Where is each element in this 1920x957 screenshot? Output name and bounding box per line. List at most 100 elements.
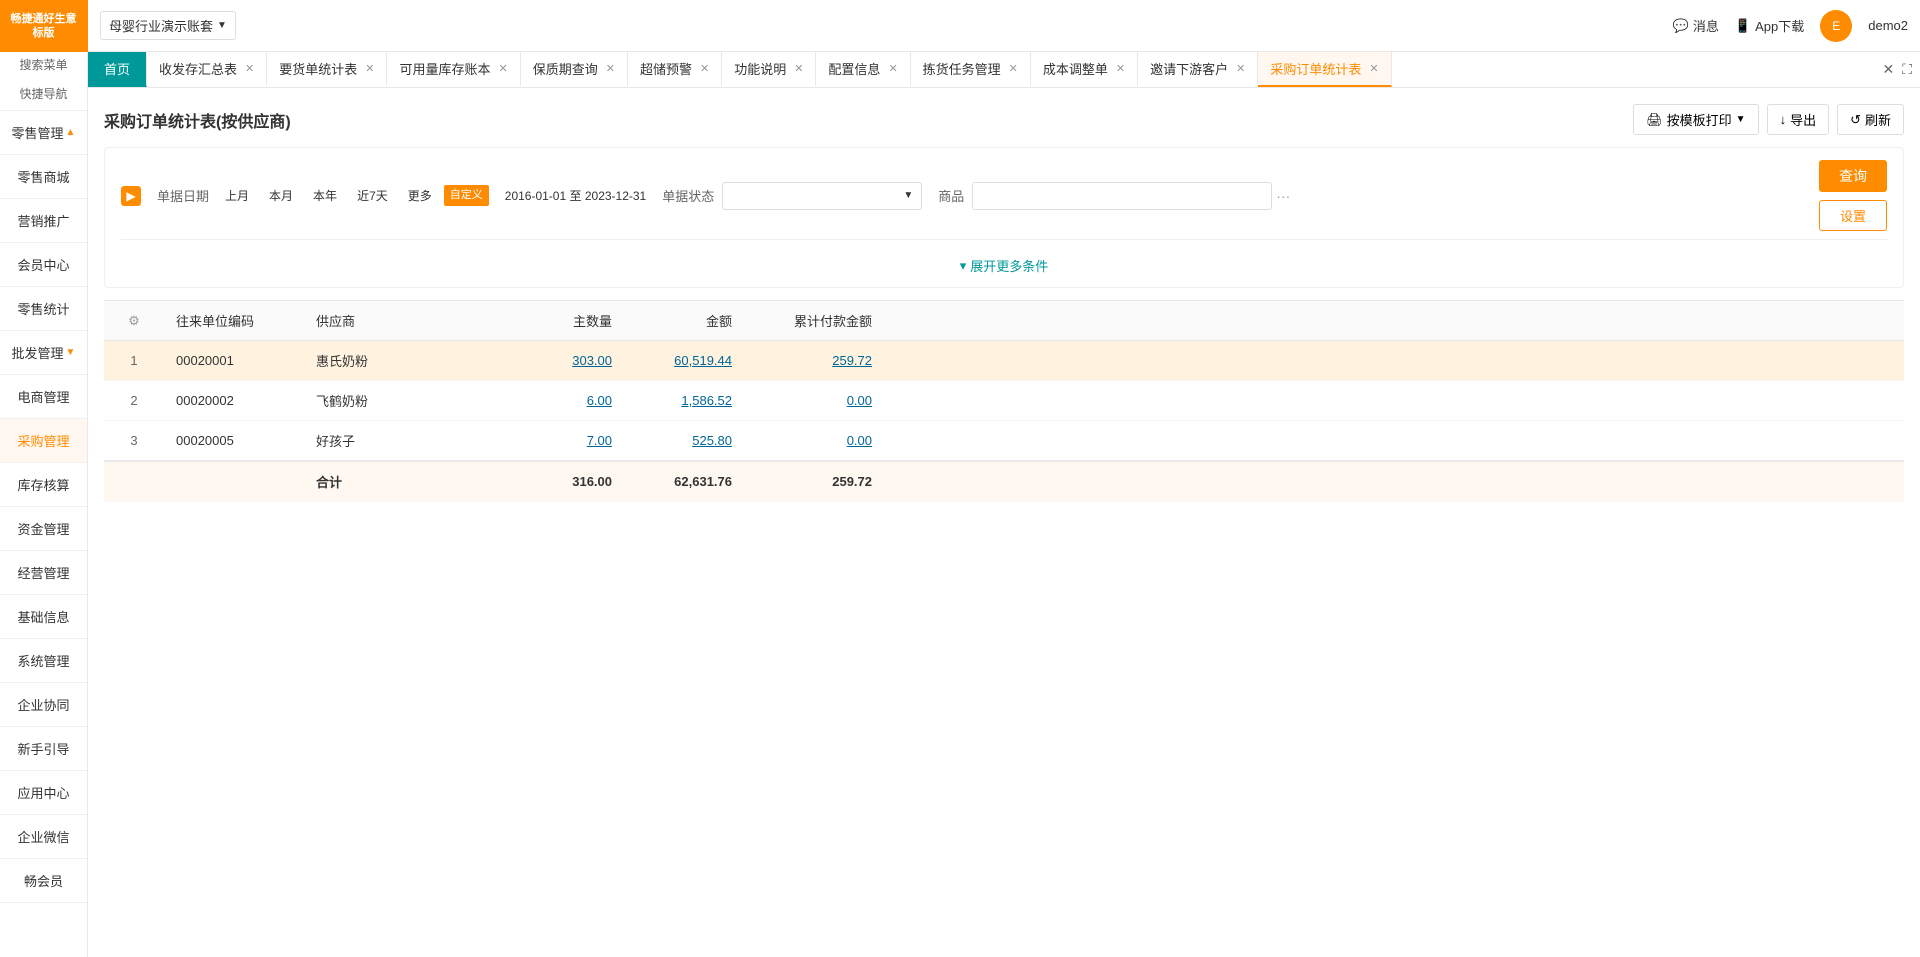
shortcut-this-year[interactable]: 本年 bbox=[305, 185, 345, 206]
tab-goods-stats-close-icon[interactable]: ✕ bbox=[365, 62, 374, 75]
tab-pick-task[interactable]: 拣货任务管理 ✕ bbox=[911, 52, 1031, 87]
row3-code: 00020005 bbox=[164, 421, 304, 462]
date-from[interactable]: 2016-01-01 bbox=[505, 189, 566, 203]
row3-amount[interactable]: 525.80 bbox=[624, 421, 744, 462]
tab-shelf-life[interactable]: 保质期查询 ✕ bbox=[521, 52, 628, 87]
tab-invite-downstream-close-icon[interactable]: ✕ bbox=[1236, 62, 1245, 75]
status-select[interactable]: ▼ bbox=[722, 182, 922, 210]
query-button[interactable]: 查询 bbox=[1819, 160, 1887, 192]
col-header-code: 往来单位编码 bbox=[164, 301, 304, 341]
date-filter-label: 单据日期 bbox=[157, 186, 209, 205]
tab-cost-adjust[interactable]: 成本调整单 ✕ bbox=[1031, 52, 1138, 87]
tab-receive-summary[interactable]: 收发存汇总表 ✕ bbox=[147, 52, 267, 87]
username-label[interactable]: demo2 bbox=[1868, 18, 1908, 33]
print-icon: 🖨 bbox=[1646, 112, 1663, 128]
sidebar-item-app-center[interactable]: 应用中心 bbox=[0, 771, 87, 815]
app-download-button[interactable]: 📱 App下载 bbox=[1735, 16, 1804, 35]
tab-invite-downstream[interactable]: 邀请下游客户 ✕ bbox=[1138, 52, 1258, 87]
tab-available-stock[interactable]: 可用量库存账本 ✕ bbox=[387, 52, 520, 87]
footer-amount: 62,631.76 bbox=[624, 461, 744, 502]
expand-more-button[interactable]: ▾ 展开更多条件 bbox=[121, 256, 1887, 275]
shortcut-7days[interactable]: 近7天 bbox=[349, 185, 396, 206]
refresh-label: 刷新 bbox=[1865, 110, 1891, 129]
sidebar-item-stock[interactable]: 库存核算 bbox=[0, 463, 87, 507]
sidebar-item-new-guide[interactable]: 新手引导 bbox=[0, 727, 87, 771]
tab-cost-adjust-label: 成本调整单 bbox=[1043, 59, 1108, 78]
sidebar-logo: 畅捷通好生意 标版 bbox=[0, 0, 88, 52]
tab-pick-task-close-icon[interactable]: ✕ bbox=[1009, 62, 1018, 75]
print-label: 按模板打印 bbox=[1667, 110, 1732, 129]
tab-func-desc[interactable]: 功能说明 ✕ bbox=[722, 52, 816, 87]
sidebar-quick-nav[interactable]: 快捷导航 bbox=[0, 77, 87, 111]
filter-status-item: 单据状态 ▼ bbox=[662, 182, 922, 210]
tab-config-info-close-icon[interactable]: ✕ bbox=[888, 62, 897, 75]
status-filter-label: 单据状态 bbox=[662, 186, 714, 205]
tab-available-stock-close-icon[interactable]: ✕ bbox=[499, 62, 508, 75]
refresh-icon: ↺ bbox=[1850, 112, 1861, 128]
refresh-button[interactable]: ↺ 刷新 bbox=[1837, 104, 1904, 135]
sidebar-item-ops[interactable]: 经营管理 bbox=[0, 551, 87, 595]
shortcut-more[interactable]: 更多 bbox=[400, 185, 440, 206]
sidebar-item-vip[interactable]: 畅会员 bbox=[0, 859, 87, 903]
tab-home[interactable]: 首页 bbox=[88, 52, 147, 87]
row2-paid[interactable]: 0.00 bbox=[744, 381, 884, 421]
table-settings-icon[interactable]: ⚙ bbox=[128, 313, 140, 328]
sidebar-item-marketing[interactable]: 营销推广 bbox=[0, 199, 87, 243]
date-to[interactable]: 2023-12-31 bbox=[585, 189, 646, 203]
sidebar-item-enterprise-wechat[interactable]: 企业微信 bbox=[0, 815, 87, 859]
tab-func-desc-close-icon[interactable]: ✕ bbox=[794, 62, 803, 75]
row1-amount[interactable]: 60,519.44 bbox=[624, 341, 744, 381]
sidebar-item-member[interactable]: 会员中心 bbox=[0, 243, 87, 287]
row1-qty[interactable]: 303.00 bbox=[504, 341, 624, 381]
setting-button[interactable]: 设置 bbox=[1819, 200, 1887, 231]
tab-purchase-stats-label: 采购订单统计表 bbox=[1270, 59, 1361, 78]
sidebar-item-retail-store[interactable]: 零售商城 bbox=[0, 155, 87, 199]
message-button[interactable]: 💬 消息 bbox=[1673, 16, 1719, 35]
sidebar-item-purchase[interactable]: 采购管理 bbox=[0, 419, 87, 463]
avatar[interactable]: E bbox=[1820, 10, 1852, 42]
sidebar-item-retail-stats[interactable]: 零售统计 bbox=[0, 287, 87, 331]
goods-input[interactable] bbox=[972, 182, 1272, 210]
row1-paid[interactable]: 259.72 bbox=[744, 341, 884, 381]
row3-qty[interactable]: 7.00 bbox=[504, 421, 624, 462]
export-button[interactable]: ↓ 导出 bbox=[1767, 104, 1830, 135]
topbar: 母婴行业演示账套 ▼ 💬 消息 📱 App下载 E demo2 bbox=[88, 0, 1920, 52]
tab-overstock-alert-close-icon[interactable]: ✕ bbox=[700, 62, 709, 75]
sidebar-item-finance[interactable]: 资金管理 bbox=[0, 507, 87, 551]
goods-more-icon[interactable]: ··· bbox=[1276, 188, 1290, 204]
tab-cost-adjust-close-icon[interactable]: ✕ bbox=[1116, 62, 1125, 75]
print-button[interactable]: 🖨 按模板打印 ▼ bbox=[1633, 104, 1758, 135]
row3-paid[interactable]: 0.00 bbox=[744, 421, 884, 462]
tab-overstock-alert[interactable]: 超储预警 ✕ bbox=[628, 52, 722, 87]
collapse-filter-button[interactable]: ▶ bbox=[121, 186, 141, 206]
tab-config-info[interactable]: 配置信息 ✕ bbox=[816, 52, 910, 87]
tab-shelf-life-close-icon[interactable]: ✕ bbox=[606, 62, 615, 75]
tab-close-all-icon[interactable]: ✕ bbox=[1882, 61, 1894, 78]
account-selector[interactable]: 母婴行业演示账套 ▼ bbox=[100, 11, 236, 40]
tab-purchase-stats-close-icon[interactable]: ✕ bbox=[1369, 62, 1378, 75]
tab-purchase-stats[interactable]: 采购订单统计表 ✕ bbox=[1258, 52, 1391, 87]
sidebar-item-enterprise-coop[interactable]: 企业协同 bbox=[0, 683, 87, 727]
tab-goods-stats[interactable]: 要货单统计表 ✕ bbox=[267, 52, 387, 87]
col-header-paid: 累计付款金额 bbox=[744, 301, 884, 341]
tab-expand-icon[interactable]: ⛶ bbox=[1902, 61, 1912, 78]
footer-paid: 259.72 bbox=[744, 461, 884, 502]
col-header-settings: ⚙ bbox=[104, 301, 164, 341]
row2-qty[interactable]: 6.00 bbox=[504, 381, 624, 421]
footer-qty: 316.00 bbox=[504, 461, 624, 502]
sidebar-item-system[interactable]: 系统管理 bbox=[0, 639, 87, 683]
table-row: 3 00020005 好孩子 7.00 525.80 0.00 bbox=[104, 421, 1904, 462]
sidebar-item-wholesale[interactable]: 批发管理 ▼ bbox=[0, 331, 87, 375]
sidebar-item-retail[interactable]: 零售管理 ▲ bbox=[0, 111, 87, 155]
print-chevron-icon: ▼ bbox=[1736, 114, 1746, 125]
wholesale-arrow-icon: ▼ bbox=[66, 347, 76, 358]
sidebar-item-basic[interactable]: 基础信息 bbox=[0, 595, 87, 639]
shortcut-last-month[interactable]: 上月 bbox=[217, 185, 257, 206]
tab-receive-summary-close-icon[interactable]: ✕ bbox=[245, 62, 254, 75]
shortcut-this-month[interactable]: 本月 bbox=[261, 185, 301, 206]
row2-amount[interactable]: 1,586.52 bbox=[624, 381, 744, 421]
sidebar-item-ecommerce[interactable]: 电商管理 bbox=[0, 375, 87, 419]
date-separator: 至 bbox=[570, 189, 585, 203]
sidebar-search[interactable]: 搜索菜单 bbox=[19, 52, 67, 77]
col-header-extra bbox=[884, 301, 1904, 341]
